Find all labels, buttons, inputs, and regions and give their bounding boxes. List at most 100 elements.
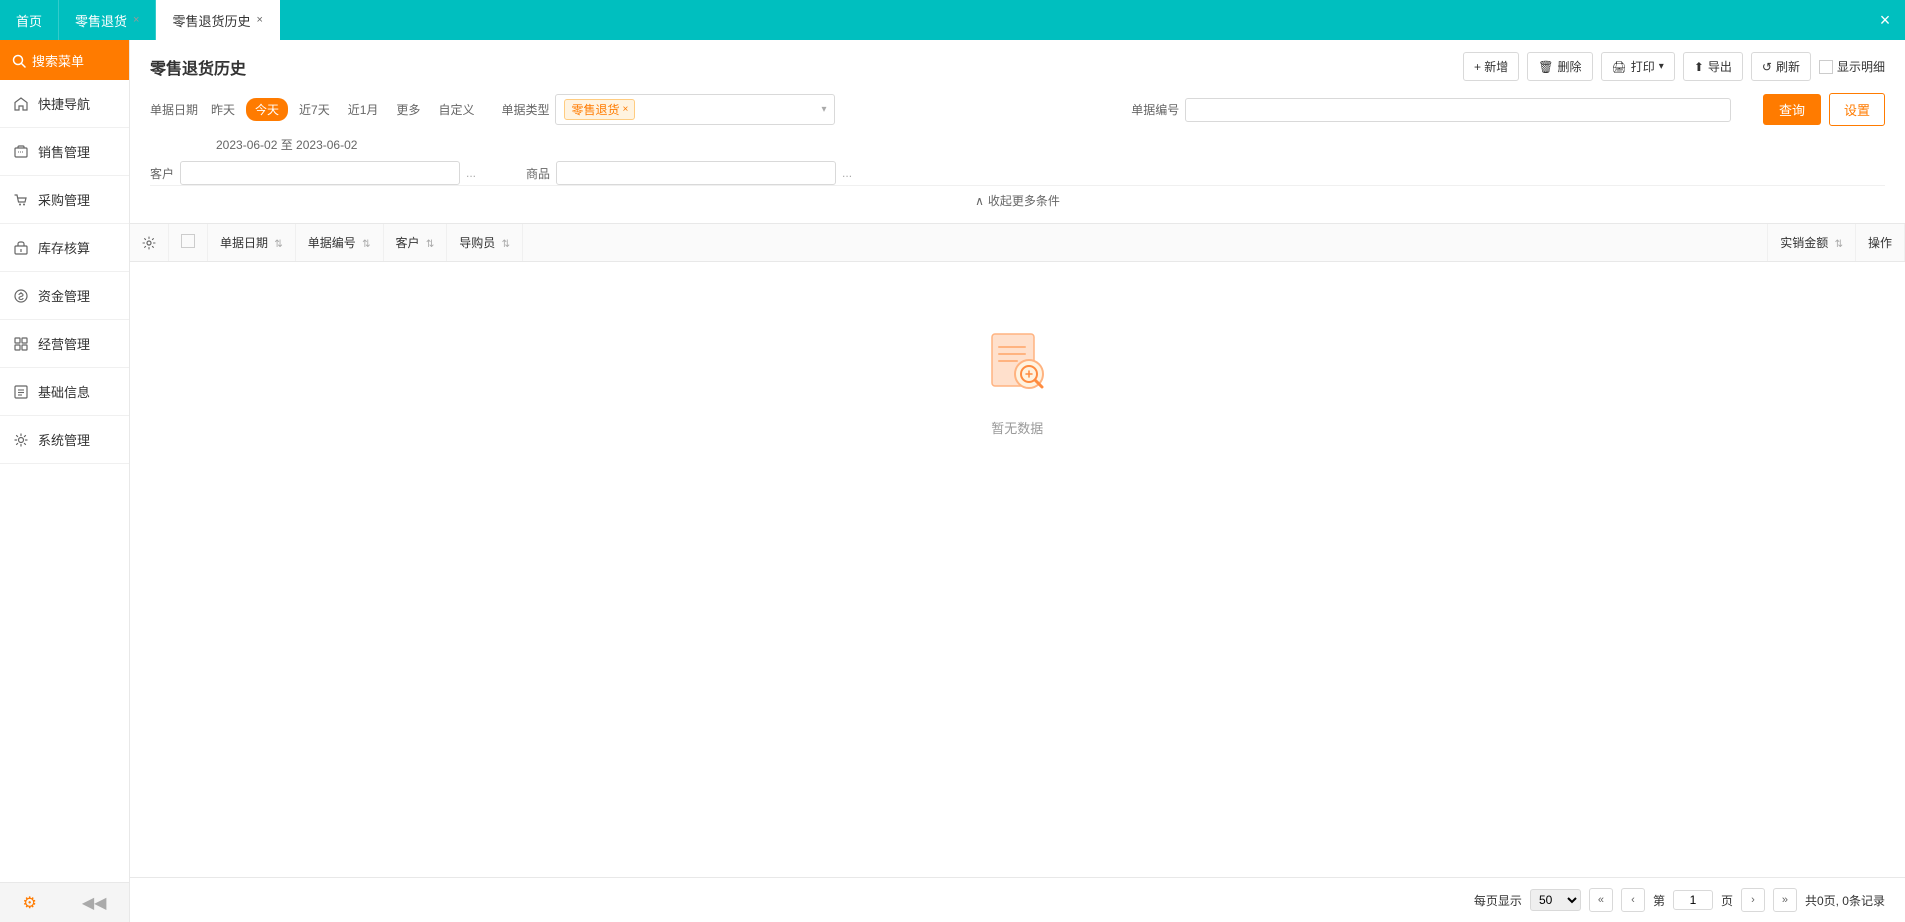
th-customer-sort-icon: ⇅ (426, 239, 434, 250)
th-voucher-no-label: 单据编号 (308, 236, 356, 250)
th-voucher-no-sort-icon: ⇅ (362, 239, 370, 250)
collapse-button[interactable]: ∧ 收起更多条件 (150, 185, 1885, 215)
prev-page-button[interactable]: ‹ (1621, 888, 1645, 912)
date-filter-buttons: 昨天 今天 近7天 近1月 更多 自定义 (204, 98, 481, 121)
page-suffix: 页 (1721, 892, 1733, 909)
last-page-button[interactable]: » (1773, 888, 1797, 912)
type-tag-value: 零售退货 (571, 101, 619, 118)
table-container: 单据日期 ⇅ 单据编号 ⇅ 客户 ⇅ 导购员 ⇅ (130, 224, 1905, 877)
th-guide-sort-icon: ⇅ (502, 239, 510, 250)
type-tag-close-button[interactable]: × (622, 104, 628, 115)
table-header: 单据日期 ⇅ 单据编号 ⇅ 客户 ⇅ 导购员 ⇅ (130, 224, 1905, 262)
print-button[interactable]: 🖨 打印 ▾ (1601, 52, 1675, 81)
main-layout: 搜索菜单 快捷导航 (0, 40, 1905, 922)
table-body: 暂无数据 (130, 262, 1905, 498)
type-filter-item: 单据类型 零售退货 × ▾ (501, 94, 1101, 125)
show-detail-label: 显示明细 (1837, 58, 1885, 75)
page-input[interactable] (1673, 890, 1713, 910)
sidebar-item-basic-label: 基础信息 (38, 382, 90, 401)
voucher-no-filter-item: 单据编号 (1131, 98, 1731, 122)
first-page-button[interactable]: « (1589, 888, 1613, 912)
th-action: 操作 (1855, 224, 1904, 262)
sidebar-item-operations[interactable]: 经营管理 (0, 320, 129, 368)
date-filter-label: 单据日期 (150, 101, 198, 118)
th-settings[interactable] (130, 224, 169, 262)
delete-icon: 🗑 (1538, 60, 1553, 74)
th-guide[interactable]: 导购员 ⇅ (447, 224, 523, 262)
date-today-btn[interactable]: 今天 (246, 98, 288, 121)
voucher-no-input[interactable] (1185, 98, 1731, 122)
data-table: 单据日期 ⇅ 单据编号 ⇅ 客户 ⇅ 导购员 ⇅ (130, 224, 1905, 497)
sidebar-item-purchase-label: 采购管理 (38, 190, 90, 209)
next-page-button[interactable]: › (1741, 888, 1765, 912)
sidebar-item-purchase[interactable]: 采购管理 (0, 176, 129, 224)
goods-ellipsis[interactable]: ... (842, 166, 852, 180)
date-yesterday-btn[interactable]: 昨天 (204, 98, 242, 121)
customer-filter-item: 客户 ... (150, 161, 476, 185)
date-1month-btn[interactable]: 近1月 (341, 98, 386, 121)
sidebar-search[interactable]: 搜索菜单 (0, 40, 129, 80)
sidebar-nav: 快捷导航 销售管理 (0, 80, 129, 882)
show-detail-toggle[interactable]: 显示明细 (1819, 58, 1885, 75)
pagination-bar: 每页显示 50 10 20 100 « ‹ 第 页 › » 共0页, 0条记录 (130, 877, 1905, 922)
sidebar-search-label: 搜索菜单 (32, 51, 84, 70)
sidebar-item-system[interactable]: 系统管理 (0, 416, 129, 464)
sidebar-item-basic[interactable]: 基础信息 (0, 368, 129, 416)
goods-input[interactable] (556, 161, 836, 185)
audio-bottom-button[interactable]: ◀◀ (82, 893, 107, 913)
date-7days-btn[interactable]: 近7天 (292, 98, 337, 121)
type-selector[interactable]: 零售退货 × ▾ (555, 94, 835, 125)
th-date[interactable]: 单据日期 ⇅ (208, 224, 296, 262)
date-more-btn[interactable]: 更多 (389, 98, 427, 121)
th-date-sort-icon: ⇅ (274, 239, 282, 250)
action-buttons: 查询 设置 (1763, 93, 1885, 126)
voucher-no-label: 单据编号 (1131, 101, 1179, 118)
sidebar-item-finance[interactable]: 资金管理 (0, 272, 129, 320)
sidebar-item-inventory[interactable]: 库存核算 (0, 224, 129, 272)
filter-area: 单据日期 昨天 今天 近7天 近1月 更多 自定义 单据类型 (150, 93, 1885, 223)
sidebar-item-quick-nav-label: 快捷导航 (38, 94, 90, 113)
customer-input[interactable] (180, 161, 460, 185)
query-button[interactable]: 查询 (1763, 94, 1821, 125)
sidebar-item-sales[interactable]: 销售管理 (0, 128, 129, 176)
system-icon (12, 431, 30, 449)
export-icon: ⬆ (1694, 60, 1704, 74)
purchase-icon (12, 191, 30, 209)
page-size-select[interactable]: 50 10 20 100 (1530, 889, 1581, 911)
show-detail-checkbox[interactable] (1819, 60, 1833, 74)
delete-button[interactable]: 🗑 删除 (1527, 52, 1592, 81)
empty-text: 暂无数据 (991, 418, 1043, 437)
window-close-button[interactable]: × (1865, 0, 1905, 40)
tab-retail-return-close[interactable]: × (133, 14, 139, 26)
th-amount[interactable]: 实销金额 ⇅ (1768, 224, 1856, 262)
basic-icon (12, 383, 30, 401)
tab-home-label: 首页 (16, 11, 42, 30)
select-all-checkbox[interactable] (181, 234, 195, 248)
th-checkbox[interactable] (169, 224, 208, 262)
tab-retail-return-history[interactable]: 零售退货历史 × (156, 0, 279, 40)
new-button[interactable]: + 新增 (1463, 52, 1519, 81)
th-voucher-no[interactable]: 单据编号 ⇅ (295, 224, 383, 262)
toolbar: + 新增 🗑 删除 🖨 打印 ▾ ⬆ 导出 (1463, 52, 1885, 81)
sidebar-item-operations-label: 经营管理 (38, 334, 90, 353)
sidebar-item-inventory-label: 库存核算 (38, 238, 90, 257)
th-spacer (523, 224, 1768, 262)
empty-state: 暂无数据 (130, 262, 1905, 497)
sidebar-item-quick-nav[interactable]: 快捷导航 (0, 80, 129, 128)
customer-ellipsis[interactable]: ... (466, 166, 476, 180)
th-amount-sort-icon: ⇅ (1835, 239, 1843, 250)
type-tag: 零售退货 × (564, 99, 635, 120)
new-button-label: + 新增 (1474, 58, 1508, 75)
th-customer[interactable]: 客户 ⇅ (383, 224, 447, 262)
tab-retail-return[interactable]: 零售退货 × (59, 0, 156, 40)
tab-retail-return-history-close[interactable]: × (256, 14, 262, 26)
date-custom-btn[interactable]: 自定义 (431, 98, 481, 121)
operations-icon (12, 335, 30, 353)
refresh-button[interactable]: ↺ 刷新 (1751, 52, 1811, 81)
settings-bottom-button[interactable]: ⚙ (23, 893, 37, 913)
sidebar-item-system-label: 系统管理 (38, 430, 90, 449)
type-filter-label: 单据类型 (501, 101, 549, 118)
tab-home[interactable]: 首页 (0, 0, 59, 40)
export-button[interactable]: ⬆ 导出 (1683, 52, 1743, 81)
settings-button[interactable]: 设置 (1829, 93, 1885, 126)
